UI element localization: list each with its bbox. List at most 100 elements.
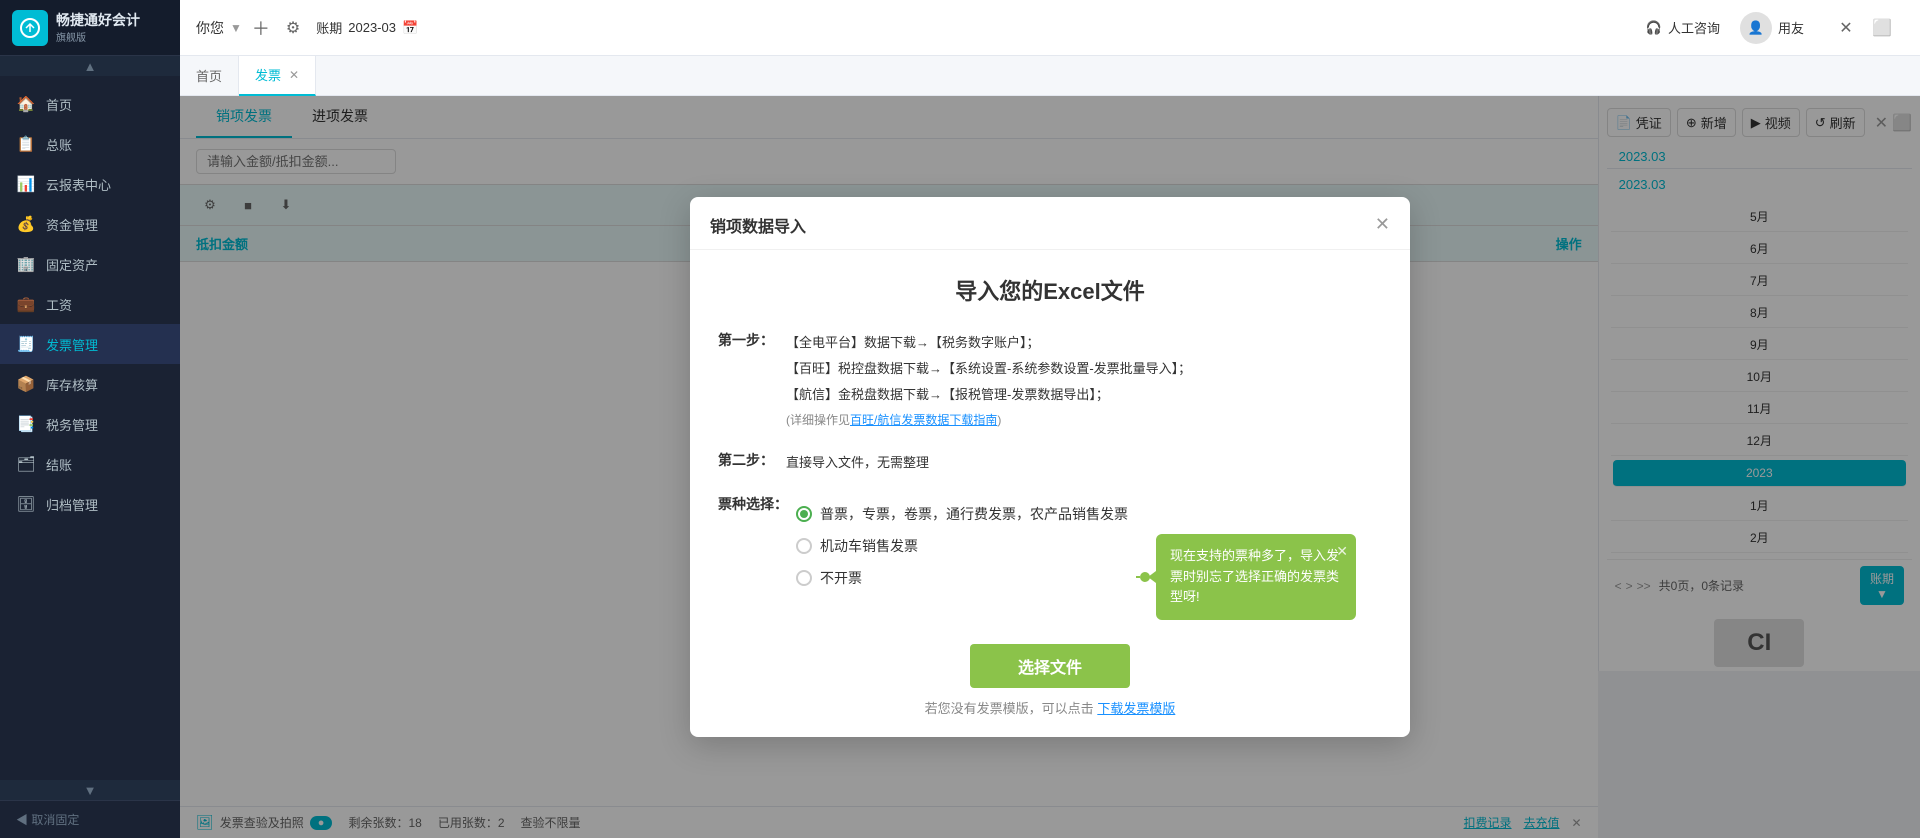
archive-icon: 🗄: [16, 494, 36, 514]
sidebar-item-archive[interactable]: 🗄 归档管理: [0, 484, 180, 524]
tooltip-text: 现在支持的票种多了，导入发票时别忘了选择正确的发票类型呀!: [1170, 548, 1339, 605]
period-value: 2023-03: [348, 20, 396, 35]
radio-none-ticket[interactable]: 不开票: [796, 568, 1128, 588]
sidebar-item-salary[interactable]: 💼 工资: [0, 284, 180, 324]
step1-line1: 【全电平台】数据下载→【税务数字账户】；: [782, 330, 1191, 356]
tooltip-line: [1136, 576, 1140, 578]
content-area: 销项发票 进项发票 ⚙ ■ ⬇ 抵扣金额: [180, 96, 1920, 838]
sidebar-item-label: 归档管理: [46, 495, 98, 514]
salary-icon: 💼: [16, 294, 36, 314]
ledger-icon: 📋: [16, 134, 36, 154]
modal-body: 导入您的Excel文件 第一步： 【全电平台】数据下载→【税务数字账户】； 【百…: [690, 250, 1410, 737]
tooltip-bubble: ✕ 现在支持的票种多了，导入发票时别忘了选择正确的发票类型呀!: [1156, 534, 1356, 620]
step1-link: (详细操作见百旺/航信发票数据下载指南): [782, 408, 1191, 432]
step1: 第一步： 【全电平台】数据下载→【税务数字账户】； 【百旺】税控盘数据下载→【系…: [718, 330, 1382, 432]
calendar-icon[interactable]: 📅: [402, 20, 418, 36]
sidebar-item-invoice[interactable]: 🧾 发票管理: [0, 324, 180, 364]
radio-vehicle-circle: [796, 538, 812, 554]
tab-invoice-close[interactable]: ✕: [289, 68, 299, 82]
radio-general-circle: [796, 506, 812, 522]
modal-overlay: 销项数据导入 ✕ 导入您的Excel文件 第一步： 【全电平台】数据下载→【税务…: [180, 96, 1920, 838]
download-template-link[interactable]: 下载发票模版: [1097, 701, 1175, 716]
tooltip-wrapper: ✕ 现在支持的票种多了，导入发票时别忘了选择正确的发票类型呀!: [1156, 534, 1356, 620]
invoice-icon: 🧾: [16, 334, 36, 354]
reports-icon: 📊: [16, 174, 36, 194]
logo-text: 畅捷通好会计 旗舰版: [56, 11, 140, 44]
sidebar-item-label: 结账: [46, 455, 72, 474]
home-icon: 🏠: [16, 94, 36, 114]
tab-invoice[interactable]: 发票 ✕: [239, 56, 316, 96]
window-controls: ✕ ⬜: [1824, 14, 1904, 42]
step1-line2: 【百旺】税控盘数据下载→【系统设置-系统参数设置-发票批量导入】；: [782, 356, 1191, 382]
headset-icon: 🎧: [1646, 20, 1662, 36]
period-display: 账期 2023-03 📅: [316, 18, 418, 37]
radio-none-label: 不开票: [820, 568, 862, 588]
ticket-label: 票种选择：: [718, 494, 788, 514]
account-dropdown-icon: ▼: [230, 21, 242, 35]
modal-close-btn[interactable]: ✕: [1375, 214, 1390, 235]
tooltip-arrow: [1148, 571, 1156, 583]
sidebar-item-label: 首页: [46, 95, 72, 114]
sidebar-item-label: 发票管理: [46, 335, 98, 354]
sidebar-item-tax[interactable]: 📑 税务管理: [0, 404, 180, 444]
user-menu[interactable]: 👤 用友: [1740, 12, 1804, 44]
tabbar: 首页 发票 ✕: [180, 56, 1920, 96]
inventory-icon: 📦: [16, 374, 36, 394]
modal-big-title: 导入您的Excel文件: [718, 274, 1382, 306]
sidebar-unpin[interactable]: ◀ 取消固定: [0, 800, 180, 838]
sidebar-item-label: 云报表中心: [46, 175, 111, 194]
sidebar-scroll-up[interactable]: ▲: [0, 56, 180, 76]
sidebar-scroll-down[interactable]: ▼: [0, 780, 180, 800]
sidebar-item-reports[interactable]: 📊 云报表中心: [0, 164, 180, 204]
select-file-btn[interactable]: 选择文件: [970, 644, 1130, 688]
radio-vehicle[interactable]: 机动车销售发票: [796, 536, 1128, 556]
radio-general[interactable]: 普票，专票，卷票，通行费发票，农产品销售发票: [796, 504, 1128, 524]
settings-icon[interactable]: ⚙: [286, 18, 300, 38]
settle-icon: 🗂: [16, 454, 36, 474]
sidebar-item-label: 库存核算: [46, 375, 98, 394]
ticket-select: 普票，专票，卷票，通行费发票，农产品销售发票 机动车销售发票: [796, 504, 1128, 588]
step1-content: 【全电平台】数据下载→【税务数字账户】； 【百旺】税控盘数据下载→【系统设置-系…: [782, 330, 1191, 432]
sidebar: 畅捷通好会计 旗舰版 ▲ 🏠 首页 📋 总账 📊 云报表中心 💰 资金管理: [0, 0, 180, 838]
sidebar-item-assets[interactable]: 🏢 固定资产: [0, 244, 180, 284]
sidebar-item-settle[interactable]: 🗂 结账: [0, 444, 180, 484]
guide-link[interactable]: 百旺/航信发票数据下载指南: [850, 413, 997, 427]
radio-general-dot: [800, 510, 808, 518]
window-close-button[interactable]: ✕: [1832, 14, 1860, 42]
sidebar-logo: 畅捷通好会计 旗舰版: [0, 0, 180, 56]
ticket-select-row: 票种选择： 普票，专票，卷票，通行费发票，农产品销售发票: [718, 494, 1382, 620]
sidebar-item-home[interactable]: 🏠 首页: [0, 84, 180, 124]
topbar: 你您 ▼ ＋ ⚙ 账期 2023-03 📅 🎧 人工咨询 👤 用友: [180, 0, 1920, 56]
import-modal: 销项数据导入 ✕ 导入您的Excel文件 第一步： 【全电平台】数据下载→【税务…: [690, 197, 1410, 737]
tab-home[interactable]: 首页: [180, 56, 239, 96]
sidebar-item-inventory[interactable]: 📦 库存核算: [0, 364, 180, 404]
sidebar-item-label: 资金管理: [46, 215, 98, 234]
radio-general-label: 普票，专票，卷票，通行费发票，农产品销售发票: [820, 504, 1128, 524]
sidebar-item-label: 工资: [46, 295, 72, 314]
radio-vehicle-label: 机动车销售发票: [820, 536, 918, 556]
sidebar-item-label: 税务管理: [46, 415, 98, 434]
tooltip-close-btn[interactable]: ✕: [1336, 540, 1348, 562]
step1-row: 第一步： 【全电平台】数据下载→【税务数字账户】； 【百旺】税控盘数据下载→【系…: [718, 330, 1382, 432]
download-tip: 若您没有发票模版，可以点击 下载发票模版: [718, 698, 1382, 717]
sidebar-item-label: 固定资产: [46, 255, 98, 274]
modal-title: 销项数据导入: [710, 213, 806, 237]
funds-icon: 💰: [16, 214, 36, 234]
consulting-button[interactable]: 🎧 人工咨询: [1646, 18, 1720, 37]
step2: 第二步： 直接导入文件，无需整理: [718, 450, 1382, 476]
sidebar-nav: 🏠 首页 📋 总账 📊 云报表中心 💰 资金管理 🏢 固定资产 💼 工资: [0, 76, 180, 780]
account-selector[interactable]: 你您 ▼: [196, 18, 242, 38]
step2-label: 第二步：: [718, 450, 774, 470]
sidebar-item-funds[interactable]: 💰 资金管理: [0, 204, 180, 244]
modal-header: 销项数据导入 ✕: [690, 197, 1410, 250]
topbar-right: 🎧 人工咨询 👤 用友 ✕ ⬜: [1646, 12, 1904, 44]
tab-home-label: 首页: [196, 66, 222, 85]
main-area: 你您 ▼ ＋ ⚙ 账期 2023-03 📅 🎧 人工咨询 👤 用友: [180, 0, 1920, 838]
add-button[interactable]: ＋: [252, 15, 270, 41]
avatar: 👤: [1740, 12, 1772, 44]
tax-icon: 📑: [16, 414, 36, 434]
step1-label: 第一步：: [718, 330, 774, 350]
tab-invoice-label: 发票: [255, 65, 281, 84]
window-maximize-button[interactable]: ⬜: [1868, 14, 1896, 42]
sidebar-item-ledger[interactable]: 📋 总账: [0, 124, 180, 164]
